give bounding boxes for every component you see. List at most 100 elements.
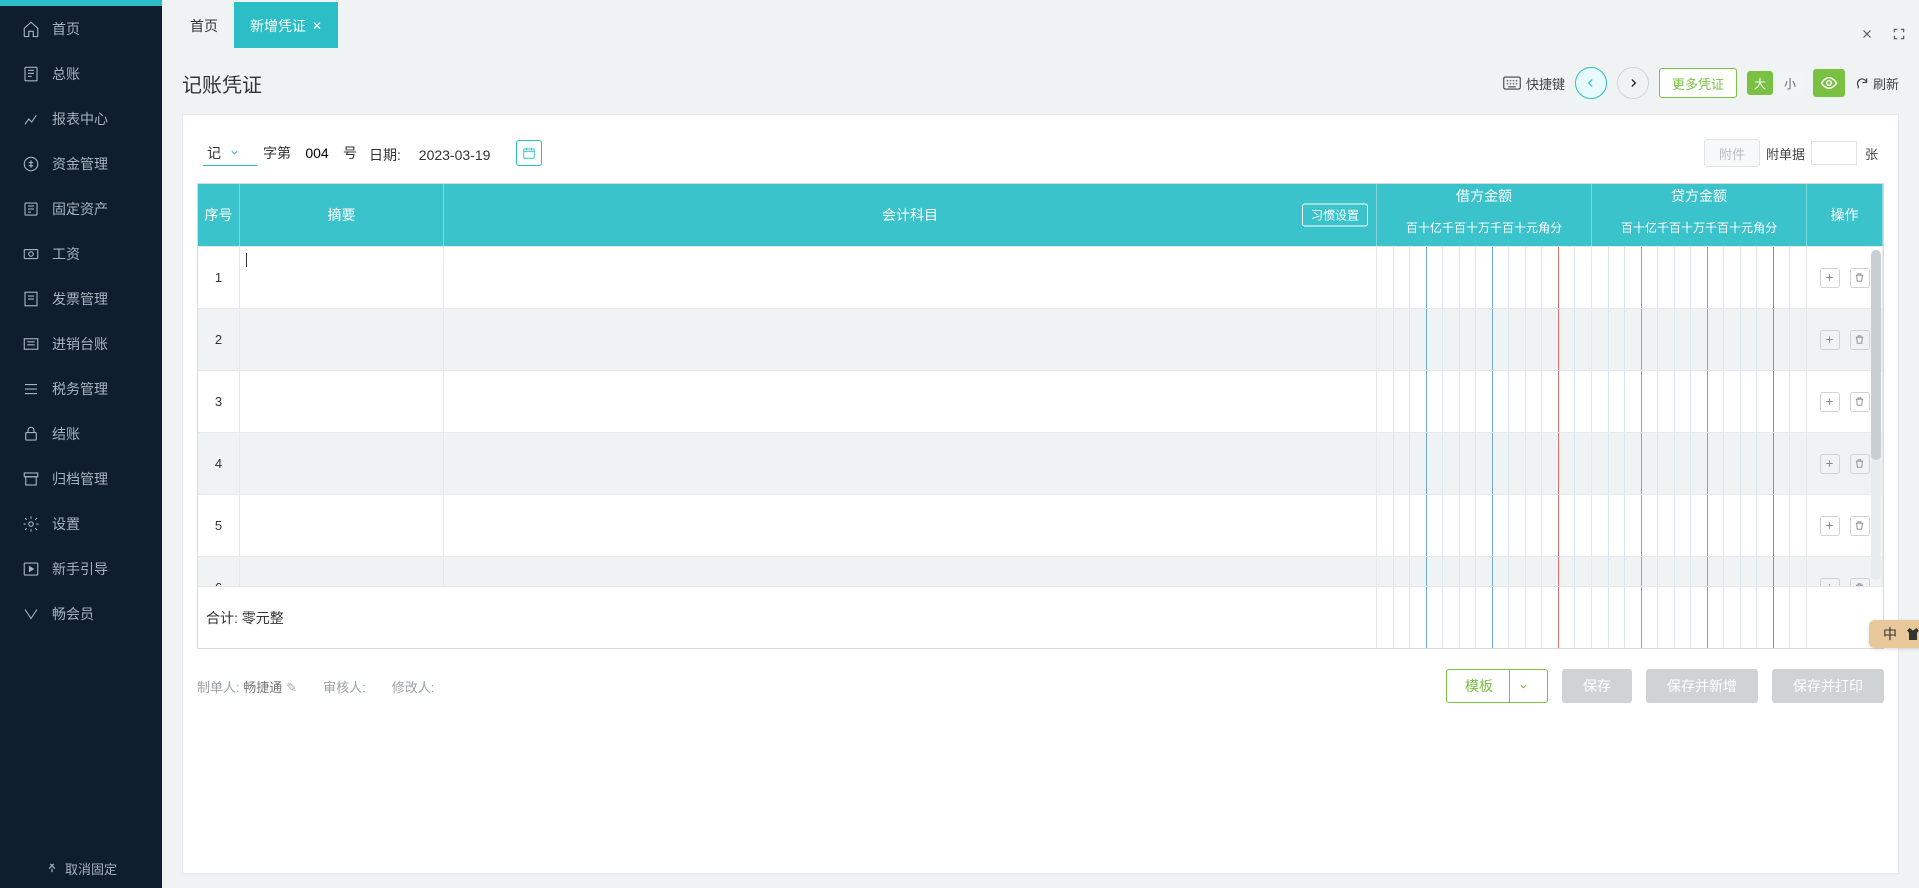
abstract-cell[interactable] (240, 433, 444, 494)
save-print-button[interactable]: 保存并打印 (1772, 669, 1884, 703)
th-abstract: 摘要 (240, 184, 444, 246)
table-row[interactable]: 6 (198, 556, 1883, 586)
edit-icon[interactable]: ✎ (286, 680, 297, 695)
subject-cell[interactable] (444, 247, 1377, 308)
subject-cell[interactable] (444, 309, 1377, 370)
sidebar-item-asset[interactable]: 固定资产 (0, 186, 162, 231)
sidebar-unpin-label: 取消固定 (65, 859, 117, 878)
sidebar-item-stock[interactable]: 进销台账 (0, 321, 162, 366)
subject-cell[interactable] (444, 495, 1377, 556)
att-count-input[interactable] (1811, 141, 1857, 165)
table-row[interactable]: 2 (198, 308, 1883, 370)
credit-cell[interactable] (1592, 309, 1807, 370)
abstract-cell[interactable] (240, 247, 444, 308)
subject-cell[interactable] (444, 371, 1377, 432)
prev-button[interactable] (1575, 67, 1607, 99)
size-small-button[interactable]: 小 (1777, 71, 1803, 95)
date-value[interactable]: 2023-03-19 (413, 145, 497, 165)
delete-row-icon[interactable] (1850, 454, 1870, 474)
ledger-icon (22, 65, 40, 83)
sidebar-item-report[interactable]: 报表中心 (0, 96, 162, 141)
th-debit-label: 借方金额 (1456, 184, 1512, 208)
table-row[interactable]: 5 (198, 494, 1883, 556)
debit-cell[interactable] (1377, 247, 1592, 308)
sidebar-item-archive[interactable]: 归档管理 (0, 456, 162, 501)
insert-row-icon[interactable] (1820, 330, 1840, 350)
attachment-button[interactable]: 附件 (1704, 139, 1760, 167)
sidebar-item-close[interactable]: 结账 (0, 411, 162, 456)
calendar-icon[interactable] (516, 140, 542, 166)
debit-cell[interactable] (1377, 557, 1592, 586)
close-icon[interactable]: ✕ (312, 19, 322, 33)
close-window-button[interactable] (1855, 22, 1879, 46)
debit-cell[interactable] (1377, 309, 1592, 370)
abstract-cell[interactable] (240, 557, 444, 586)
table-row[interactable]: 4 (198, 432, 1883, 494)
sidebar-item-label: 工资 (52, 244, 80, 264)
sidebar-unpin[interactable]: 取消固定 (0, 848, 162, 888)
save-button[interactable]: 保存 (1562, 669, 1632, 703)
more-vouchers-button[interactable]: 更多凭证 (1659, 68, 1737, 98)
abstract-cell[interactable] (240, 309, 444, 370)
insert-row-icon[interactable] (1820, 516, 1840, 536)
preview-button[interactable] (1813, 69, 1845, 97)
voucher-number-input[interactable] (297, 145, 337, 161)
chevron-down-icon[interactable] (1509, 670, 1537, 702)
sidebar-item-home[interactable]: 首页 (0, 6, 162, 51)
unit-label: 张 (1865, 144, 1878, 163)
delete-row-icon[interactable] (1850, 392, 1870, 412)
sidebar-item-tax[interactable]: 税务管理 (0, 366, 162, 411)
tab-label: 首页 (190, 16, 218, 36)
scrollbar[interactable] (1871, 250, 1881, 580)
th-seq: 序号 (198, 184, 240, 246)
fullscreen-button[interactable] (1887, 22, 1911, 46)
delete-row-icon[interactable] (1850, 330, 1870, 350)
credit-cell[interactable] (1592, 371, 1807, 432)
credit-cell[interactable] (1592, 247, 1807, 308)
credit-cell[interactable] (1592, 433, 1807, 494)
refresh-label: 刷新 (1873, 74, 1899, 93)
tab-new-voucher[interactable]: 新增凭证 ✕ (234, 2, 338, 48)
credit-cell[interactable] (1592, 495, 1807, 556)
sidebar-item-fund[interactable]: 资金管理 (0, 141, 162, 186)
insert-row-icon[interactable] (1820, 578, 1840, 587)
insert-row-icon[interactable] (1820, 392, 1840, 412)
sidebar-item-invoice[interactable]: 发票管理 (0, 276, 162, 321)
delete-row-icon[interactable] (1850, 578, 1870, 587)
save-new-button[interactable]: 保存并新增 (1646, 669, 1758, 703)
insert-row-icon[interactable] (1820, 454, 1840, 474)
insert-row-icon[interactable] (1820, 268, 1840, 288)
size-large-button[interactable]: 大 (1747, 71, 1773, 95)
shortcut-button[interactable]: 快捷键 (1503, 74, 1565, 93)
sidebar-item-guide[interactable]: 新手引导 (0, 546, 162, 591)
next-button[interactable] (1617, 67, 1649, 99)
row-seq: 3 (198, 371, 240, 432)
sidebar-item-label: 结账 (52, 424, 80, 444)
sidebar-item-vip[interactable]: 畅会员 (0, 591, 162, 636)
voucher-type-select[interactable]: 记 (203, 141, 257, 166)
credit-cell[interactable] (1592, 557, 1807, 586)
subject-cell[interactable] (444, 557, 1377, 586)
sidebar-item-label: 发票管理 (52, 289, 108, 309)
debit-cell[interactable] (1377, 495, 1592, 556)
tab-home[interactable]: 首页 (174, 2, 234, 48)
refresh-button[interactable]: 刷新 (1855, 74, 1899, 93)
sidebar-item-settings[interactable]: 设置 (0, 501, 162, 546)
sidebar-item-ledger[interactable]: 总账 (0, 51, 162, 96)
debit-cell[interactable] (1377, 371, 1592, 432)
ime-badge[interactable]: 中 (1869, 620, 1919, 648)
table-row[interactable]: 3 (198, 370, 1883, 432)
tax-icon (22, 380, 40, 398)
delete-row-icon[interactable] (1850, 268, 1870, 288)
abstract-cell[interactable] (240, 371, 444, 432)
abstract-cell[interactable] (240, 495, 444, 556)
template-button[interactable]: 模板 (1446, 669, 1548, 703)
debit-cell[interactable] (1377, 433, 1592, 494)
habit-settings-button[interactable]: 习惯设置 (1302, 204, 1368, 227)
delete-row-icon[interactable] (1850, 516, 1870, 536)
chevron-down-icon (229, 147, 240, 158)
sidebar-item-salary[interactable]: 工资 (0, 231, 162, 276)
table-row[interactable]: 1 (198, 246, 1883, 308)
subject-cell[interactable] (444, 433, 1377, 494)
invoice-icon (22, 290, 40, 308)
